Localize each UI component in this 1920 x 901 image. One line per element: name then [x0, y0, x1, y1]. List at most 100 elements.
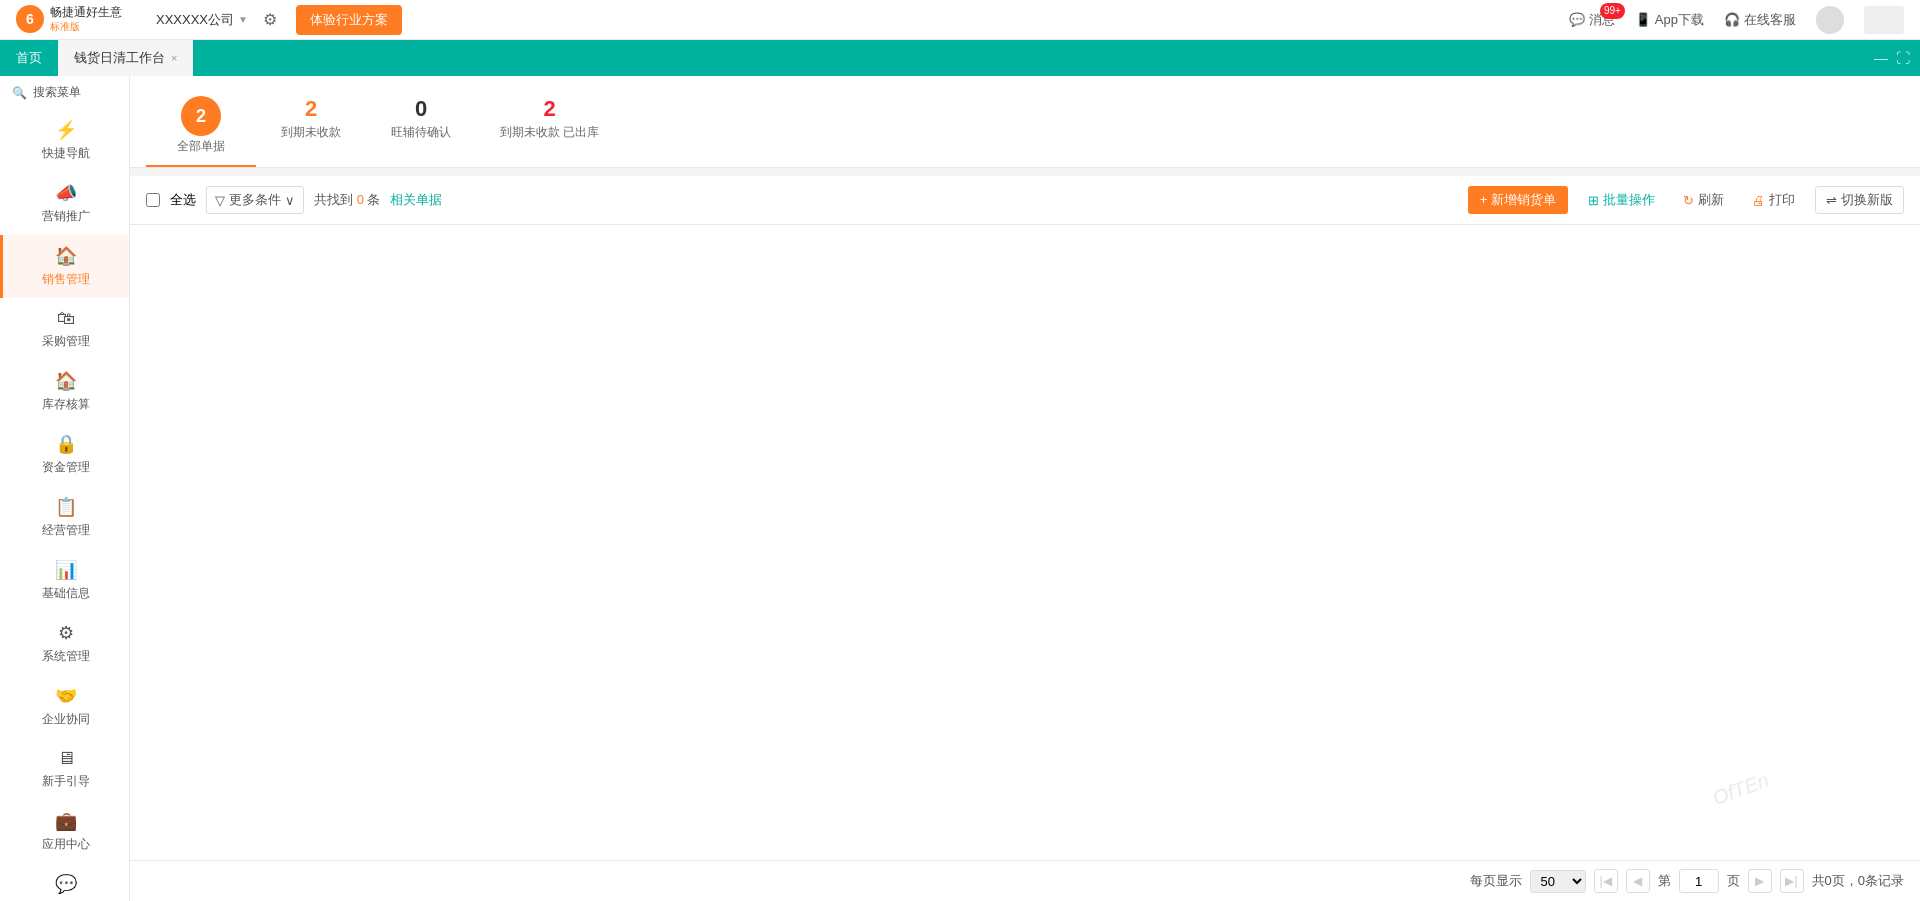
active-tab-label: 钱货日清工作台: [74, 49, 165, 67]
chevron-down-icon: ▼: [238, 14, 248, 25]
overdue-count: 2: [305, 96, 317, 122]
pending-label: 旺辅待确认: [391, 124, 451, 141]
found-prefix: 共找到: [314, 192, 353, 207]
app-icon: 📱: [1635, 12, 1651, 27]
nav-tab-actions: — ⛶: [1864, 40, 1920, 76]
new-order-btn[interactable]: + 新增销货单: [1468, 186, 1568, 214]
online-service-btn[interactable]: 🎧 在线客服: [1724, 11, 1796, 29]
search-menu-label: 搜索菜单: [33, 84, 81, 101]
stats-tabs: 2 全部单据 2 到期未收款 0 旺辅待确认 2 到期未收款 已出库: [146, 88, 1904, 167]
next-page-btn[interactable]: ▶: [1748, 869, 1772, 893]
home-tab-label: 首页: [16, 49, 42, 67]
operation-icon: 📋: [55, 496, 77, 518]
pagination-bar: 每页显示 50 10 20 100 |◀ ◀ 第 页 ▶ ▶| 共0页，0条记录: [130, 860, 1920, 901]
sidebar-item-enterprise[interactable]: 🤝 企业协同: [0, 675, 129, 738]
guide-icon: 🖥: [57, 748, 75, 769]
stat-tab-all[interactable]: 2 全部单据: [146, 88, 256, 167]
content-area: 2 全部单据 2 到期未收款 0 旺辅待确认 2 到期未收款 已出库: [130, 76, 1920, 901]
stat-tab-overdue[interactable]: 2 到期未收款: [256, 88, 366, 167]
company-selector[interactable]: XXXXXX公司 ▼: [156, 11, 248, 29]
app-download-btn[interactable]: 📱 App下载: [1635, 11, 1704, 29]
nav-maximize-icon[interactable]: ⛶: [1896, 50, 1910, 66]
all-label: 全部单据: [177, 138, 225, 155]
settings-button[interactable]: ⚙: [256, 6, 284, 34]
chevron-down-icon: ∨: [285, 193, 295, 208]
toolbar-left: 全选 ▽ 更多条件 ∨ 共找到 0 条 相关单据: [146, 186, 1456, 214]
sidebar-item-purchase[interactable]: 🛍 采购管理: [0, 298, 129, 360]
service-icon: 🎧: [1724, 12, 1740, 27]
user-name-area: [1864, 6, 1904, 34]
sidebar-item-basic-info[interactable]: 📊 基础信息: [0, 549, 129, 612]
sidebar-item-sales[interactable]: 🏠 销售管理: [0, 235, 129, 298]
refresh-btn[interactable]: ↻ 刷新: [1675, 187, 1732, 213]
logo-icon: 6: [16, 5, 44, 33]
pending-count: 0: [415, 96, 427, 122]
found-unit: 条: [367, 192, 380, 207]
sidebar-search[interactable]: 🔍 搜索菜单: [0, 76, 129, 109]
total-info: 共0页，0条记录: [1812, 872, 1904, 890]
sidebar-item-operation[interactable]: 📋 经营管理: [0, 486, 129, 549]
app-center-icon: 💼: [55, 810, 77, 832]
message-btn[interactable]: 💬 消息 99+: [1569, 11, 1615, 29]
filter-btn[interactable]: ▽ 更多条件 ∨: [206, 186, 304, 214]
tab-close-icon[interactable]: ×: [171, 52, 177, 64]
related-records-link[interactable]: 相关单据: [390, 191, 442, 209]
switch-icon: ⇌: [1826, 193, 1837, 208]
search-icon: 🔍: [12, 86, 27, 100]
message-badge: 99+: [1600, 3, 1625, 19]
trial-btn[interactable]: 体验行业方案: [296, 5, 402, 35]
overdue-out-label: 到期未收款 已出库: [500, 124, 599, 141]
print-btn[interactable]: 🖨 打印: [1744, 187, 1803, 213]
main-layout: 🔍 搜索菜单 ⚡ 快捷导航 📣 营销推广 🏠 销售管理 🛍 采购管理 🏠 库存核…: [0, 76, 1920, 901]
page-size-select[interactable]: 50 10 20 100: [1530, 870, 1586, 893]
sidebar-item-label: 销售管理: [42, 271, 90, 288]
per-page-label: 每页显示: [1470, 872, 1522, 890]
sidebar-item-label: 资金管理: [42, 459, 90, 476]
refresh-label: 刷新: [1698, 191, 1724, 209]
stat-tab-pending[interactable]: 0 旺辅待确认: [366, 88, 476, 167]
topbar-right: 💬 消息 99+ 📱 App下载 🎧 在线客服: [1569, 6, 1904, 34]
app-download-label: App下载: [1655, 11, 1704, 29]
logo-badge: 标准版: [50, 20, 122, 34]
sidebar: 🔍 搜索菜单 ⚡ 快捷导航 📣 营销推广 🏠 销售管理 🛍 采购管理 🏠 库存核…: [0, 76, 130, 901]
batch-icon: ⊞: [1588, 193, 1599, 208]
toolbar-right: + 新增销货单 ⊞ 批量操作 ↻ 刷新 🖨 打印 ⇌ 切换新版: [1468, 186, 1904, 214]
purchase-icon: 🛍: [57, 308, 75, 329]
sidebar-item-marketing[interactable]: 📣 营销推广: [0, 172, 129, 235]
sidebar-item-label: 系统管理: [42, 648, 90, 665]
sidebar-item-finance[interactable]: 🔒 资金管理: [0, 423, 129, 486]
switch-version-btn[interactable]: ⇌ 切换新版: [1815, 186, 1904, 214]
prev-page-btn[interactable]: ◀: [1626, 869, 1650, 893]
sidebar-item-label: 企业协同: [42, 711, 90, 728]
sidebar-item-system[interactable]: ⚙ 系统管理: [0, 612, 129, 675]
sidebar-item-app-center[interactable]: 💼 应用中心: [0, 800, 129, 863]
enterprise-icon: 🤝: [55, 685, 77, 707]
switch-label: 切换新版: [1841, 191, 1893, 209]
sidebar-item-inventory[interactable]: 🏠 库存核算: [0, 360, 129, 423]
first-page-btn[interactable]: |◀: [1594, 869, 1618, 893]
page-number-input[interactable]: [1679, 869, 1719, 893]
all-count: 2: [196, 106, 206, 127]
sales-icon: 🏠: [55, 245, 77, 267]
avatar[interactable]: [1816, 6, 1844, 34]
sidebar-item-label: 采购管理: [42, 333, 90, 350]
sidebar-item-quick-nav[interactable]: ⚡ 快捷导航: [0, 109, 129, 172]
last-page-btn[interactable]: ▶|: [1780, 869, 1804, 893]
quick-nav-icon: ⚡: [55, 119, 77, 141]
sidebar-item-guide[interactable]: 🖥 新手引导: [0, 738, 129, 800]
stat-tab-overdue-out[interactable]: 2 到期未收款 已出库: [476, 88, 623, 167]
sidebar-item-label: 基础信息: [42, 585, 90, 602]
company-name: XXXXXX公司: [156, 11, 234, 29]
batch-op-btn[interactable]: ⊞ 批量操作: [1580, 187, 1663, 213]
nav-tabs: 首页 钱货日清工作台 × — ⛶: [0, 40, 1920, 76]
tab-home[interactable]: 首页: [0, 40, 58, 76]
tab-active[interactable]: 钱货日清工作台 ×: [58, 40, 193, 76]
logo-name: 畅捷通好生意: [50, 5, 122, 19]
basic-info-icon: 📊: [55, 559, 77, 581]
print-label: 打印: [1769, 191, 1795, 209]
filter-icon: ▽: [215, 193, 225, 208]
nav-minimize-icon[interactable]: —: [1874, 50, 1888, 66]
select-all-checkbox[interactable]: [146, 193, 160, 207]
toolbar: 全选 ▽ 更多条件 ∨ 共找到 0 条 相关单据 + 新增销货单 ⊞ 批量操作: [130, 176, 1920, 225]
sidebar-item-wechat[interactable]: 💬 企业微信: [0, 863, 129, 901]
